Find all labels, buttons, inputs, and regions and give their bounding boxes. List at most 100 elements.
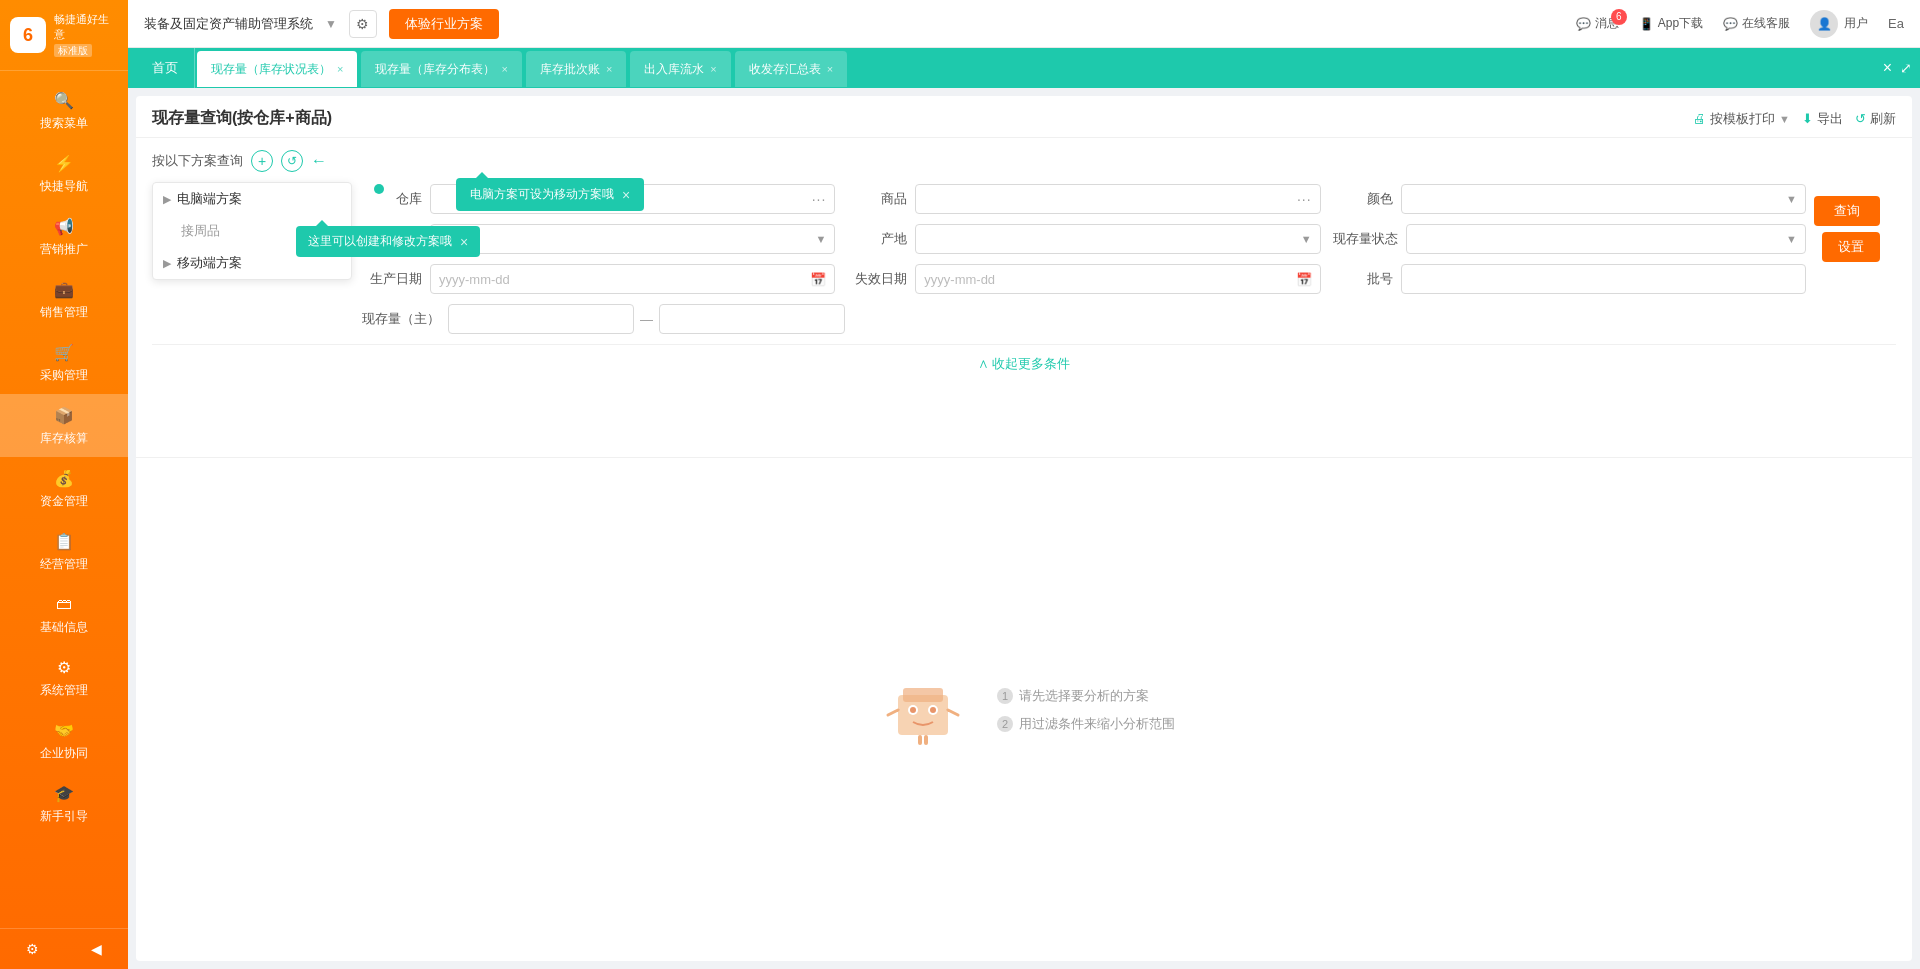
user-menu[interactable]: 👤 用户: [1810, 10, 1868, 38]
support-btn[interactable]: 💬 在线客服: [1723, 15, 1790, 32]
header-settings-icon[interactable]: ⚙: [349, 10, 377, 38]
svg-point-4: [910, 707, 916, 713]
nav-item-sales[interactable]: 💼 销售管理: [0, 268, 128, 331]
color-select[interactable]: ▼: [1401, 184, 1806, 214]
close-tab-stock-dist[interactable]: ×: [501, 63, 507, 75]
scheme-tooltip-close[interactable]: ×: [622, 187, 630, 203]
stock-qty-max[interactable]: [659, 304, 845, 334]
origin-select[interactable]: ▼: [915, 224, 1320, 254]
system-name: 装备及固定资产辅助管理系统: [144, 15, 313, 33]
trial-btn[interactable]: 体验行业方案: [389, 9, 499, 39]
collapse-sidebar-btn[interactable]: ◀: [91, 941, 102, 957]
settings-icon[interactable]: ⚙: [26, 941, 39, 957]
edit-tooltip-close[interactable]: ×: [460, 234, 468, 250]
close-tab-stock-status[interactable]: ×: [337, 63, 343, 75]
close-tab-recv-summary[interactable]: ×: [827, 63, 833, 75]
goods-dots[interactable]: ···: [1297, 191, 1312, 207]
svg-point-5: [930, 707, 936, 713]
color-group: 颜色 ▼: [1333, 184, 1806, 214]
nav-item-base[interactable]: 🗃 基础信息: [0, 583, 128, 646]
nav-item-system[interactable]: ⚙ 系统管理: [0, 646, 128, 709]
sales-icon: 💼: [53, 278, 75, 300]
calendar-icon: 📅: [810, 272, 826, 287]
nav-item-inventory[interactable]: 📦 库存核算: [0, 394, 128, 457]
tab-stock-status[interactable]: 现存量（库存状况表） ×: [197, 51, 357, 87]
nav-item-marketing[interactable]: 📢 营销推广: [0, 205, 128, 268]
svg-rect-7: [924, 735, 928, 745]
stock-qty-min[interactable]: [448, 304, 634, 334]
warehouse-dots[interactable]: ···: [812, 191, 827, 207]
header-right: 💬 消息 6 📱 App下载 💬 在线客服 👤 用户 Ea: [1576, 10, 1904, 38]
filter-area: 按以下方案查询 + ↺ ← 电脑方案可设为移动方案哦 × 这里可以创建和修改方案…: [136, 138, 1912, 458]
filter-row-2: 尺码 ▼ 产地 ▼ 现存量状态: [362, 224, 1806, 254]
page-content: 现存量查询(按仓库+商品) 🖨 按模板打印 ▼ ⬇ 导出 ↺ 刷新: [136, 96, 1912, 961]
edit-tooltip: 这里可以创建和修改方案哦 ×: [296, 226, 480, 257]
close-tab-batch-ledger[interactable]: ×: [606, 63, 612, 75]
tab-inout-flow[interactable]: 出入库流水 ×: [630, 51, 730, 87]
svg-rect-1: [903, 688, 943, 702]
refresh-scheme-btn[interactable]: ↺: [281, 150, 303, 172]
sidebar: 6 畅捷通好生意 标准版 🔍 搜索菜单 ⚡ 快捷导航 📢 营销推广 💼 销售管理…: [0, 0, 128, 969]
tab-home[interactable]: 首页: [136, 48, 195, 88]
dot-indicator: [374, 184, 384, 194]
goods-select[interactable]: ···: [915, 184, 1320, 214]
back-arrow-btn[interactable]: ←: [311, 152, 327, 170]
filter-header: 按以下方案查询 + ↺ ←: [152, 150, 1896, 172]
empty-state: 1 请先选择要分析的方案 2 用过滤条件来缩小分析范围: [136, 458, 1912, 961]
filter-btn-group: 查询 设置: [1814, 196, 1880, 262]
tab-recv-summary[interactable]: 收发存汇总表 ×: [735, 51, 847, 87]
marketing-icon: 📢: [53, 215, 75, 237]
sidebar-bottom: ⚙ ◀: [0, 928, 128, 969]
tab-batch-ledger[interactable]: 库存批次账 ×: [526, 51, 626, 87]
stock-status-select[interactable]: ▼: [1406, 224, 1806, 254]
tab-bar: 首页 现存量（库存状况表） × 现存量（库存分布表） × 库存批次账 × 出入库…: [128, 48, 1920, 88]
message-btn[interactable]: 💬 消息 6: [1576, 15, 1619, 32]
empty-tip-1: 1 请先选择要分析的方案: [997, 687, 1175, 705]
stock-qty-range: —: [448, 304, 845, 334]
finance-icon: 💰: [53, 467, 75, 489]
print-icon: 🖨: [1693, 111, 1706, 126]
scheme-item-pc[interactable]: ▶ 电脑端方案: [153, 183, 351, 215]
nav-item-finance[interactable]: 💰 资金管理: [0, 457, 128, 520]
system-dropdown[interactable]: ▼: [325, 17, 337, 31]
empty-illustration: [873, 660, 973, 760]
search-icon: 🔍: [53, 89, 75, 111]
app-download-btn[interactable]: 📱 App下载: [1639, 15, 1703, 32]
filter-row-4: 现存量（主） —: [362, 304, 1806, 334]
avatar: 👤: [1810, 10, 1838, 38]
newbie-icon: 🎓: [53, 782, 75, 804]
top-header: 装备及固定资产辅助管理系统 ▼ ⚙ 体验行业方案 💬 消息 6 📱 App下载 …: [128, 0, 1920, 48]
goods-group: 商品 ···: [847, 184, 1320, 214]
production-date-input[interactable]: yyyy-mm-dd 📅: [430, 264, 835, 294]
expire-date-input[interactable]: yyyy-mm-dd 📅: [915, 264, 1320, 294]
production-date-group: 生产日期 yyyy-mm-dd 📅: [362, 264, 835, 294]
reset-btn[interactable]: 设置: [1822, 232, 1880, 262]
nav-item-search[interactable]: 🔍 搜索菜单: [0, 79, 128, 142]
enterprise-icon: 🤝: [53, 719, 75, 741]
tab-stock-dist[interactable]: 现存量（库存分布表） ×: [361, 51, 521, 87]
nav-item-quick[interactable]: ⚡ 快捷导航: [0, 142, 128, 205]
maximize-btn[interactable]: ⤢: [1900, 60, 1912, 76]
collapse-bar[interactable]: ∧ 收起更多条件: [152, 344, 1896, 383]
close-tab-inout-flow[interactable]: ×: [710, 63, 716, 75]
nav-item-enterprise[interactable]: 🤝 企业协同: [0, 709, 128, 772]
batch-input[interactable]: [1401, 264, 1806, 294]
close-all-tabs[interactable]: ×: [1883, 59, 1892, 77]
nav-item-newbie[interactable]: 🎓 新手引导: [0, 772, 128, 835]
nav-item-operations[interactable]: 📋 经营管理: [0, 520, 128, 583]
system-icon: ⚙: [53, 656, 75, 678]
nav-item-purchase[interactable]: 🛒 采购管理: [0, 331, 128, 394]
export-btn[interactable]: ⬇ 导出: [1802, 110, 1843, 128]
sidebar-nav: 🔍 搜索菜单 ⚡ 快捷导航 📢 营销推广 💼 销售管理 🛒 采购管理 📦 库存核…: [0, 71, 128, 928]
logo-icon: 6: [10, 17, 46, 53]
batch-group: 批号: [1333, 264, 1806, 294]
sidebar-logo: 6 畅捷通好生意 标准版: [0, 0, 128, 71]
tab-actions: × ⤢: [1883, 59, 1912, 77]
print-btn[interactable]: 🖨 按模板打印 ▼: [1693, 110, 1790, 128]
refresh-btn[interactable]: ↺ 刷新: [1855, 110, 1896, 128]
query-btn[interactable]: 查询: [1814, 196, 1880, 226]
add-scheme-btn[interactable]: +: [251, 150, 273, 172]
base-icon: 🗃: [53, 593, 75, 615]
size-select[interactable]: ▼: [430, 224, 835, 254]
svg-line-9: [948, 710, 958, 715]
